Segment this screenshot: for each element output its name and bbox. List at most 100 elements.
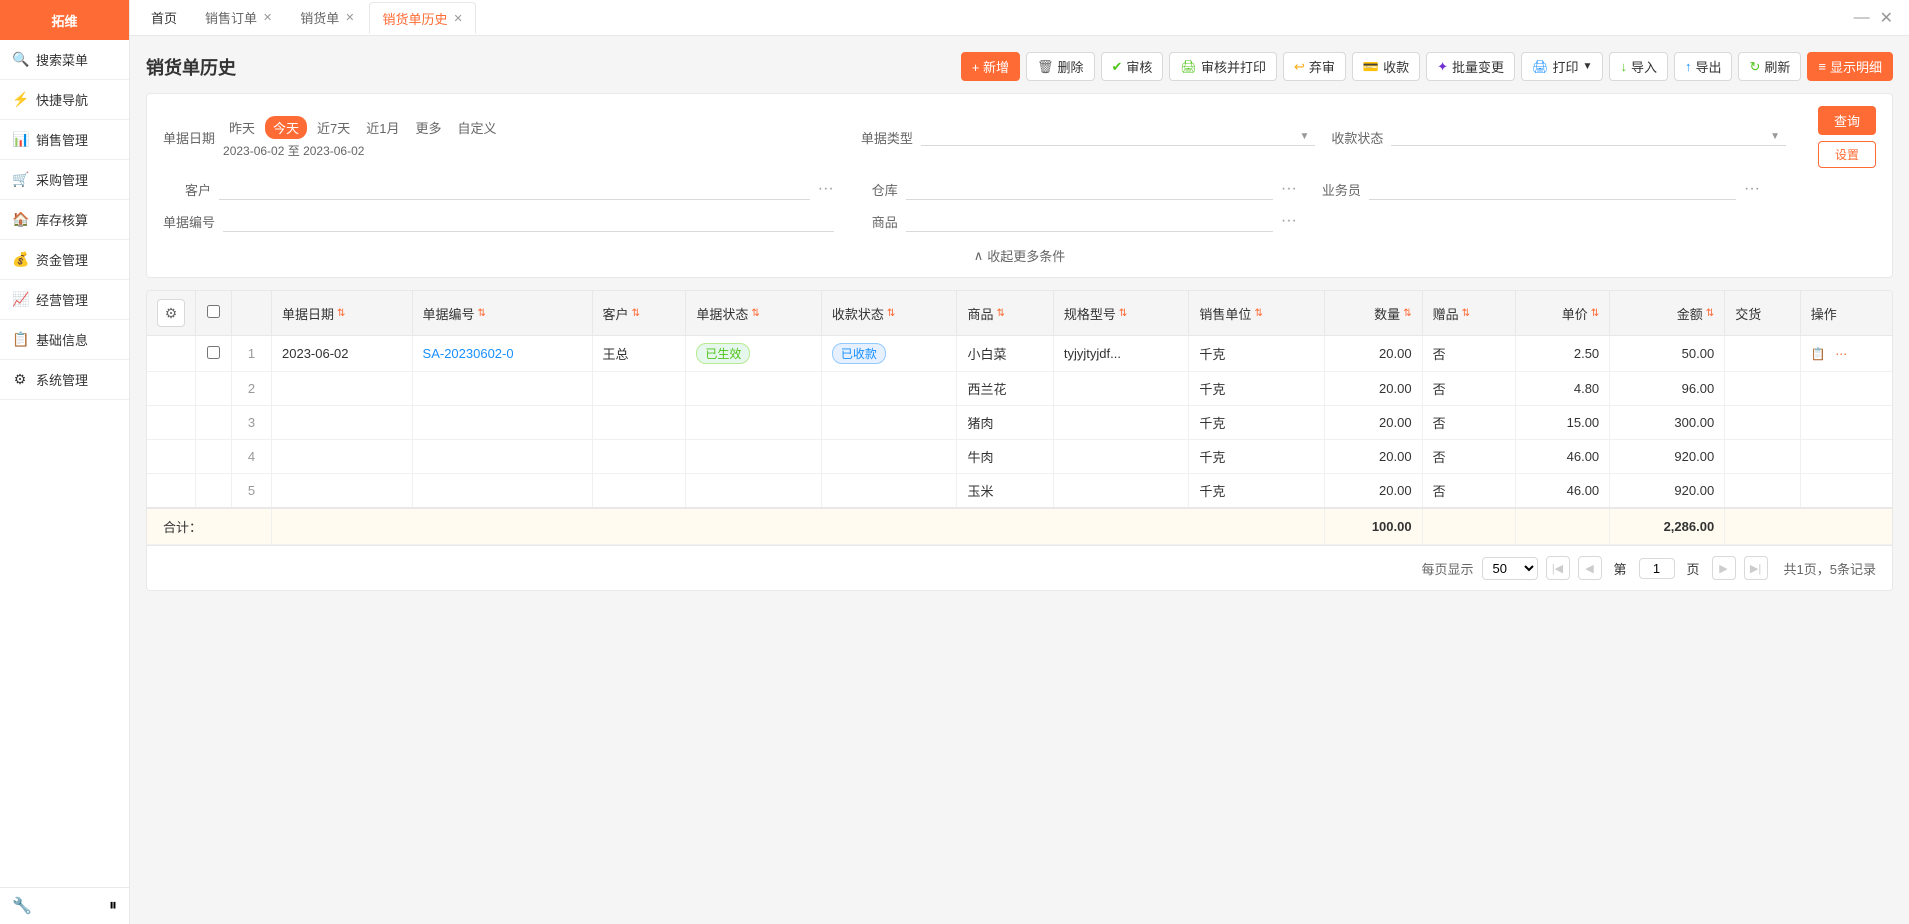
td-doc-date-3 [272, 406, 413, 440]
window-minimize-btn[interactable]: — [1854, 9, 1870, 27]
warehouse-more-icon[interactable]: ··· [1281, 181, 1297, 197]
filter-row-2: 客户 ··· 仓库 ··· 业务员 ··· [163, 178, 1876, 200]
page-next-btn[interactable]: ▶ [1712, 556, 1736, 580]
add-button[interactable]: + 新增 [961, 52, 1020, 81]
page-last-btn[interactable]: ▶| [1744, 556, 1768, 580]
td-spec-5 [1053, 474, 1189, 509]
customer-input[interactable] [219, 178, 810, 200]
import-button[interactable]: ↓ 导入 [1609, 52, 1668, 81]
sidebar-collapse-btn[interactable]: 🔧 [12, 896, 32, 916]
page-header: 销货单历史 + 新增 🗑 删除 ✔ 审核 🖨 审核并打印 ↩ [146, 52, 1893, 81]
td-customer-5 [592, 474, 686, 509]
print-button[interactable]: 🖨 打印 ▼ [1521, 52, 1603, 81]
tab-sales-order[interactable]: 销售订单 ✕ [192, 2, 285, 34]
collect-status-select[interactable]: ▼ [1391, 128, 1786, 146]
th-settings[interactable]: ⚙ [147, 291, 196, 336]
abandon-button[interactable]: ↩ 弃审 [1283, 52, 1346, 81]
tab-close-sales-order[interactable]: ✕ [263, 11, 272, 24]
td-check-1 [196, 336, 232, 372]
date-btn-today[interactable]: 今天 [265, 116, 307, 139]
page-first-btn[interactable]: |◀ [1546, 556, 1570, 580]
tab-sales-history[interactable]: 销货单历史 ✕ [369, 2, 475, 34]
th-doc-status[interactable]: 单据状态⇅ [686, 291, 822, 336]
row-checkbox-1[interactable] [207, 346, 220, 359]
td-doc-no-5 [412, 474, 592, 509]
collapse-button[interactable]: ∧ 收起更多条件 [974, 246, 1066, 265]
date-btn-7days[interactable]: 近7天 [311, 116, 356, 139]
sidebar-item-inventory[interactable]: 🏠 库存核算 [0, 200, 129, 240]
sidebar-item-finance-mgmt[interactable]: 💰 资金管理 [0, 240, 129, 280]
tab-close-sales-history[interactable]: ✕ [454, 12, 463, 25]
table-row: 5 玉米 千克 20.00 否 46.00 920.00 [147, 474, 1892, 509]
td-gift-2: 否 [1422, 372, 1516, 406]
sidebar-item-quick-nav[interactable]: ⚡ 快捷导航 [0, 80, 129, 120]
collect-button[interactable]: 💳 收款 [1352, 52, 1420, 81]
doc-type-select[interactable]: ▼ [921, 128, 1316, 146]
td-sales-unit-2: 千克 [1189, 372, 1325, 406]
audit-button[interactable]: ✔ 审核 [1101, 52, 1164, 81]
date-btn-yesterday[interactable]: 昨天 [223, 116, 261, 139]
date-btn-more[interactable]: 更多 [410, 116, 448, 139]
td-customer-4 [592, 440, 686, 474]
th-amount[interactable]: 金额⇅ [1610, 291, 1725, 336]
th-gift[interactable]: 赠品⇅ [1422, 291, 1516, 336]
sidebar-item-sales-mgmt[interactable]: 📊 销售管理 [0, 120, 129, 160]
sidebar-pause-btn[interactable]: ⏸ [109, 897, 117, 915]
th-doc-date[interactable]: 单据日期⇅ [272, 291, 413, 336]
query-button[interactable]: 查询 [1818, 106, 1876, 135]
th-sales-unit[interactable]: 销售单位⇅ [1189, 291, 1325, 336]
th-collect-status[interactable]: 收款状态⇅ [821, 291, 957, 336]
batch-change-button[interactable]: ✦ 批量变更 [1426, 52, 1515, 81]
tab-home[interactable]: 首页 [138, 2, 190, 34]
th-qty[interactable]: 数量⇅ [1324, 291, 1422, 336]
date-btn-custom[interactable]: 自定义 [452, 116, 503, 139]
th-customer[interactable]: 客户⇅ [592, 291, 686, 336]
td-doc-status-4 [686, 440, 822, 474]
select-all-checkbox[interactable] [207, 305, 220, 318]
setting-button[interactable]: 设置 [1818, 141, 1876, 168]
sidebar-item-search-menu[interactable]: 🔍 搜索菜单 [0, 40, 129, 80]
doc-no-link-1[interactable]: SA-20230602-0 [423, 346, 514, 361]
sidebar-item-label: 库存核算 [36, 210, 88, 229]
customer-more-icon[interactable]: ··· [818, 181, 834, 197]
td-gift-4: 否 [1422, 440, 1516, 474]
export-button[interactable]: ↑ 导出 [1674, 52, 1733, 81]
sidebar-item-system-mgmt[interactable]: ⚙ 系统管理 [0, 360, 129, 400]
refresh-button[interactable]: ↻ 刷新 [1738, 52, 1801, 81]
th-doc-no[interactable]: 单据编号⇅ [412, 291, 592, 336]
sidebar-item-purchase-mgmt[interactable]: 🛒 采购管理 [0, 160, 129, 200]
warehouse-input[interactable] [906, 178, 1273, 200]
action-more-1[interactable]: ⋯ [1835, 347, 1847, 361]
sidebar-item-basic-info[interactable]: 📋 基础信息 [0, 320, 129, 360]
th-check [196, 291, 232, 336]
doc-no-input[interactable] [223, 210, 834, 232]
show-detail-button[interactable]: ≡ 显示明细 [1807, 52, 1893, 81]
th-unit-price[interactable]: 单价⇅ [1516, 291, 1610, 336]
sort-icon: ⇅ [632, 308, 640, 319]
product-more-icon[interactable]: ··· [1281, 213, 1297, 229]
product-input[interactable] [906, 210, 1273, 232]
summary-total-amount: 2,286.00 [1610, 508, 1725, 545]
action-view-1[interactable]: 📋 [1811, 347, 1826, 361]
td-product-1: 小白菜 [957, 336, 1053, 372]
salesperson-input[interactable] [1369, 178, 1736, 200]
date-btn-1month[interactable]: 近1月 [360, 116, 405, 139]
tab-sales-goods[interactable]: 销货单 ✕ [287, 2, 367, 34]
table-body: 1 2023-06-02 SA-20230602-0 王总 已生效 已收款 小白… [147, 336, 1892, 545]
salesperson-more-icon[interactable]: ··· [1744, 181, 1760, 197]
td-doc-date-1: 2023-06-02 [272, 336, 413, 372]
tab-close-sales-goods[interactable]: ✕ [345, 11, 354, 24]
per-page-select[interactable]: 50 100 200 [1482, 557, 1538, 580]
sidebar-item-operations-mgmt[interactable]: 📈 经营管理 [0, 280, 129, 320]
th-product[interactable]: 商品⇅ [957, 291, 1053, 336]
th-spec[interactable]: 规格型号⇅ [1053, 291, 1189, 336]
window-close-btn[interactable]: ✕ [1880, 8, 1893, 28]
sort-icon: ⇅ [1591, 308, 1599, 319]
summary-end [1725, 508, 1892, 545]
page-prev-btn[interactable]: ◀ [1578, 556, 1602, 580]
td-sales-unit-1: 千克 [1189, 336, 1325, 372]
page-number-input[interactable] [1639, 558, 1675, 579]
table-settings-btn[interactable]: ⚙ [157, 299, 185, 327]
audit-print-button[interactable]: 🖨 审核并打印 [1169, 52, 1277, 81]
delete-button[interactable]: 🗑 删除 [1026, 52, 1095, 81]
